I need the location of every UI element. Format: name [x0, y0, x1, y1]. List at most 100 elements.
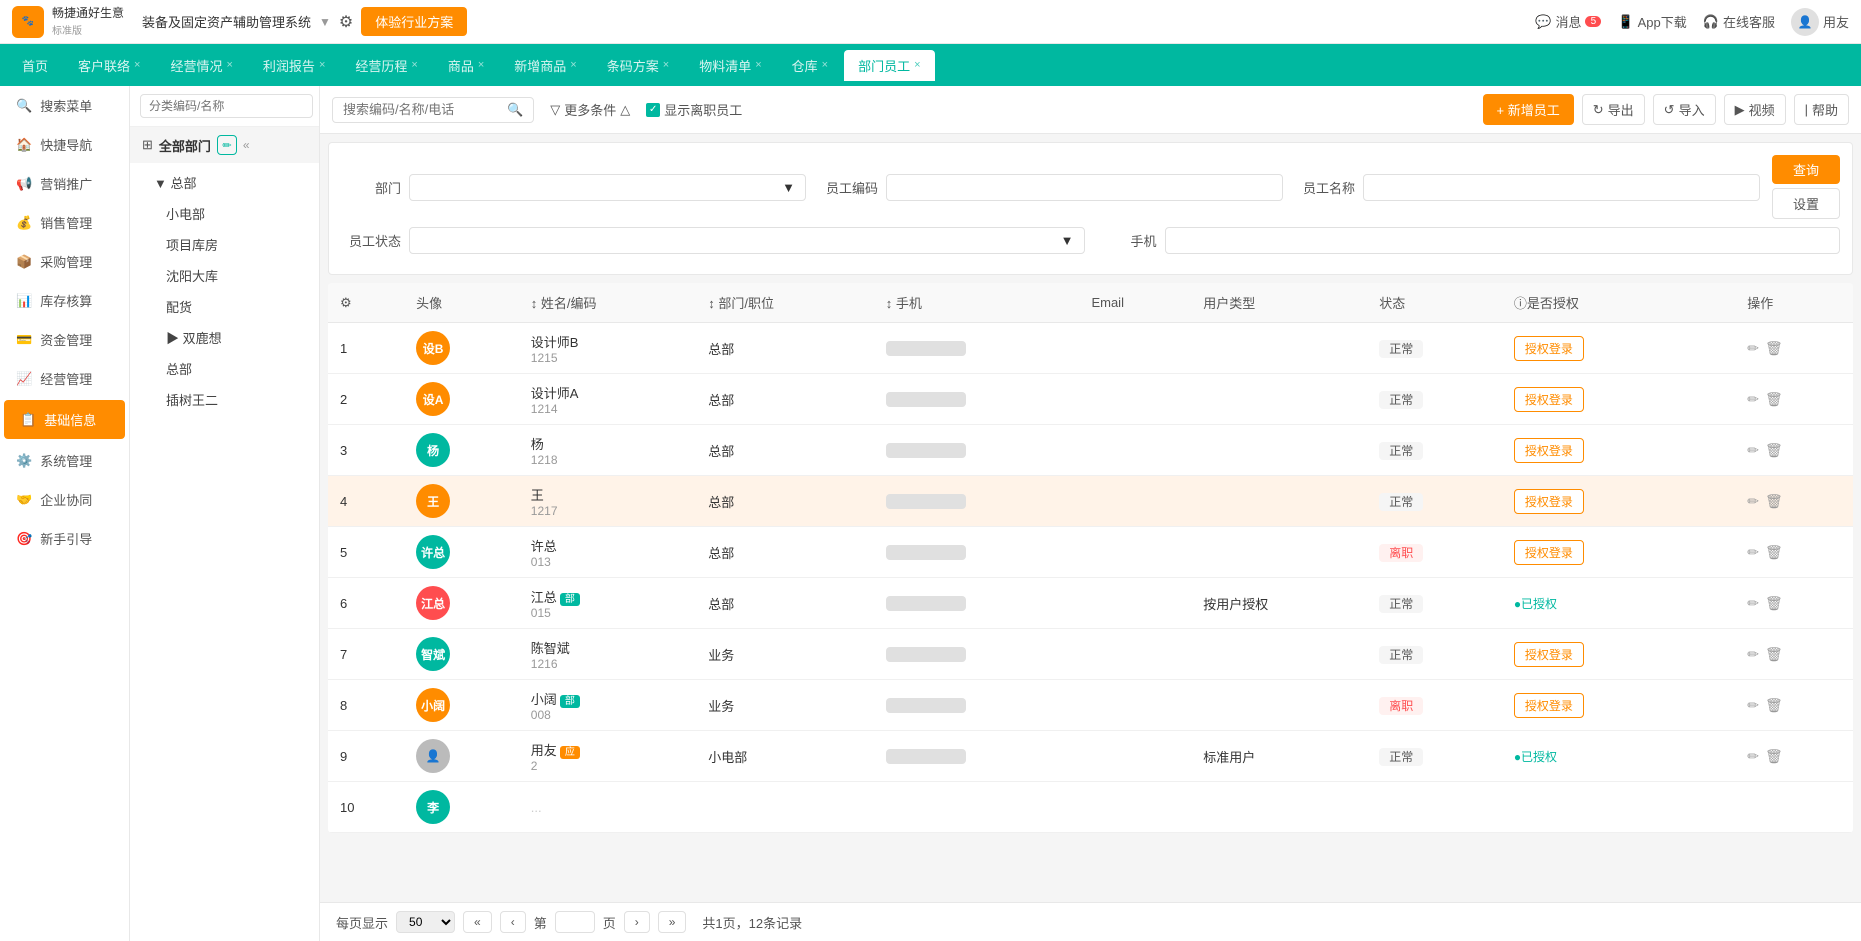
sidebar-item-7[interactable]: 📈经营管理 [0, 359, 129, 398]
nav-tab-0[interactable]: 首页 [8, 50, 62, 81]
filter-more-btn[interactable]: ▽ 更多条件 △ [542, 96, 638, 123]
nav-tab-close-10[interactable]: × [914, 59, 920, 71]
nav-tab-9[interactable]: 仓库× [778, 50, 842, 81]
filter-status-select[interactable]: ▼ [409, 227, 1085, 254]
add-employee-button[interactable]: + 新增员工 [1483, 94, 1574, 125]
th-settings[interactable]: ⚙ [328, 283, 404, 323]
filter-code-input[interactable] [886, 174, 1283, 201]
auth-btn-0[interactable]: 授权登录 [1514, 336, 1584, 361]
sidebar-item-5[interactable]: 📊库存核算 [0, 281, 129, 320]
trial-button[interactable]: 体验行业方案 [361, 7, 467, 36]
dept-tree-item-1[interactable]: 小电部 [130, 198, 319, 229]
auth-btn-7[interactable]: 授权登录 [1514, 693, 1584, 718]
first-page-btn[interactable]: « [463, 911, 492, 933]
sidebar-item-9[interactable]: ⚙️系统管理 [0, 441, 129, 480]
edit-icon-7[interactable]: ✏ [1747, 697, 1759, 714]
page-number-input[interactable]: 1 [555, 911, 595, 933]
show-resigned-wrap[interactable]: ✓ 显示离职员工 [646, 100, 742, 119]
app-download-item[interactable]: 📱 App下载 [1617, 12, 1686, 31]
prev-page-btn[interactable]: ‹ [500, 911, 526, 933]
per-page-select[interactable]: 50 20 100 [396, 911, 455, 933]
import-button[interactable]: ↺ 导入 [1653, 94, 1716, 125]
delete-icon-8[interactable]: 🗑 [1765, 748, 1783, 765]
sidebar-item-11[interactable]: 🎯新手引导 [0, 519, 129, 558]
delete-icon-0[interactable]: 🗑 [1765, 340, 1783, 357]
dept-tree-item-6[interactable]: 总部 [130, 353, 319, 384]
sidebar-item-1[interactable]: 🏠快捷导航 [0, 125, 129, 164]
sidebar-item-3[interactable]: 💰销售管理 [0, 203, 129, 242]
settings-icon[interactable]: ⚙ [340, 295, 352, 310]
th-name-code[interactable]: ↕ 姓名/编码 [519, 283, 696, 323]
auth-btn-3[interactable]: 授权登录 [1514, 489, 1584, 514]
filter-phone-input[interactable] [1165, 227, 1841, 254]
delete-icon-7[interactable]: 🗑 [1765, 697, 1783, 714]
message-item[interactable]: 💬 消息 5 [1535, 12, 1601, 31]
delete-icon-4[interactable]: 🗑 [1765, 544, 1783, 561]
reset-button[interactable]: 设置 [1772, 188, 1840, 219]
nav-tab-8[interactable]: 物料清单× [685, 50, 775, 81]
settings-icon[interactable]: ⚙ [339, 12, 353, 32]
nav-tab-close-2[interactable]: × [226, 59, 232, 71]
view-button[interactable]: ▶ 视频 [1724, 94, 1786, 125]
nav-tab-2[interactable]: 经营情况× [156, 50, 246, 81]
edit-icon-2[interactable]: ✏ [1747, 442, 1759, 459]
auth-btn-2[interactable]: 授权登录 [1514, 438, 1584, 463]
last-page-btn[interactable]: » [658, 911, 687, 933]
nav-tab-5[interactable]: 商品× [434, 50, 498, 81]
nav-tab-10[interactable]: 部门员工× [844, 50, 934, 81]
nav-tab-close-6[interactable]: × [570, 59, 576, 71]
query-button[interactable]: 查询 [1772, 155, 1840, 184]
edit-icon-8[interactable]: ✏ [1747, 748, 1759, 765]
help-button[interactable]: | 帮助 [1794, 94, 1849, 125]
auth-btn-1[interactable]: 授权登录 [1514, 387, 1584, 412]
nav-tab-3[interactable]: 利润报告× [249, 50, 339, 81]
dept-collapse-btn[interactable]: « [243, 138, 250, 152]
sidebar-item-10[interactable]: 🤝企业协同 [0, 480, 129, 519]
delete-icon-3[interactable]: 🗑 [1765, 493, 1783, 510]
dropdown-arrow-icon[interactable]: ▼ [319, 15, 331, 29]
edit-icon-5[interactable]: ✏ [1747, 595, 1759, 612]
dept-tree-item-3[interactable]: 沈阳大库 [130, 260, 319, 291]
filter-name-input[interactable] [1363, 174, 1760, 201]
emp-search-input[interactable] [343, 102, 503, 117]
auth-btn-6[interactable]: 授权登录 [1514, 642, 1584, 667]
nav-tab-1[interactable]: 客户联络× [64, 50, 154, 81]
dept-tree-item-0[interactable]: ▼ 总部 [130, 167, 319, 198]
emp-search-icon[interactable]: 🔍 [507, 102, 523, 118]
th-phone[interactable]: ↕ 手机 [874, 283, 1080, 323]
export-button[interactable]: ↻ 导出 [1582, 94, 1645, 125]
edit-icon-0[interactable]: ✏ [1747, 340, 1759, 357]
sidebar-item-2[interactable]: 📢营销推广 [0, 164, 129, 203]
delete-icon-5[interactable]: 🗑 [1765, 595, 1783, 612]
dept-tree-item-5[interactable]: ▶ 双鹿想 [130, 322, 319, 353]
dept-edit-icon[interactable]: ✏ [217, 135, 237, 155]
delete-icon-2[interactable]: 🗑 [1765, 442, 1783, 459]
delete-icon-6[interactable]: 🗑 [1765, 646, 1783, 663]
sidebar-item-6[interactable]: 💳资金管理 [0, 320, 129, 359]
nav-tab-close-4[interactable]: × [411, 59, 417, 71]
nav-tab-4[interactable]: 经营历程× [341, 50, 431, 81]
edit-icon-6[interactable]: ✏ [1747, 646, 1759, 663]
sidebar-item-8[interactable]: 📋基础信息 [4, 400, 125, 439]
edit-icon-3[interactable]: ✏ [1747, 493, 1759, 510]
sidebar-item-0[interactable]: 🔍搜索菜单 [0, 86, 129, 125]
online-service-item[interactable]: 🎧 在线客服 [1703, 12, 1775, 31]
nav-tab-7[interactable]: 条码方案× [593, 50, 683, 81]
show-resigned-checkbox[interactable]: ✓ [646, 103, 660, 117]
dept-tree-item-2[interactable]: 项目库房 [130, 229, 319, 260]
nav-tab-close-5[interactable]: × [478, 59, 484, 71]
nav-tab-close-8[interactable]: × [755, 59, 761, 71]
nav-tab-close-1[interactable]: × [134, 59, 140, 71]
next-page-btn[interactable]: › [624, 911, 650, 933]
nav-tab-6[interactable]: 新增商品× [500, 50, 590, 81]
th-dept-position[interactable]: ↕ 部门/职位 [696, 283, 873, 323]
delete-icon-1[interactable]: 🗑 [1765, 391, 1783, 408]
user-item[interactable]: 👤 用友 [1791, 8, 1849, 36]
nav-tab-close-9[interactable]: × [822, 59, 828, 71]
edit-icon-4[interactable]: ✏ [1747, 544, 1759, 561]
auth-btn-4[interactable]: 授权登录 [1514, 540, 1584, 565]
nav-tab-close-3[interactable]: × [319, 59, 325, 71]
sidebar-item-4[interactable]: 📦采购管理 [0, 242, 129, 281]
dept-tree-item-4[interactable]: 配货 [130, 291, 319, 322]
edit-icon-1[interactable]: ✏ [1747, 391, 1759, 408]
